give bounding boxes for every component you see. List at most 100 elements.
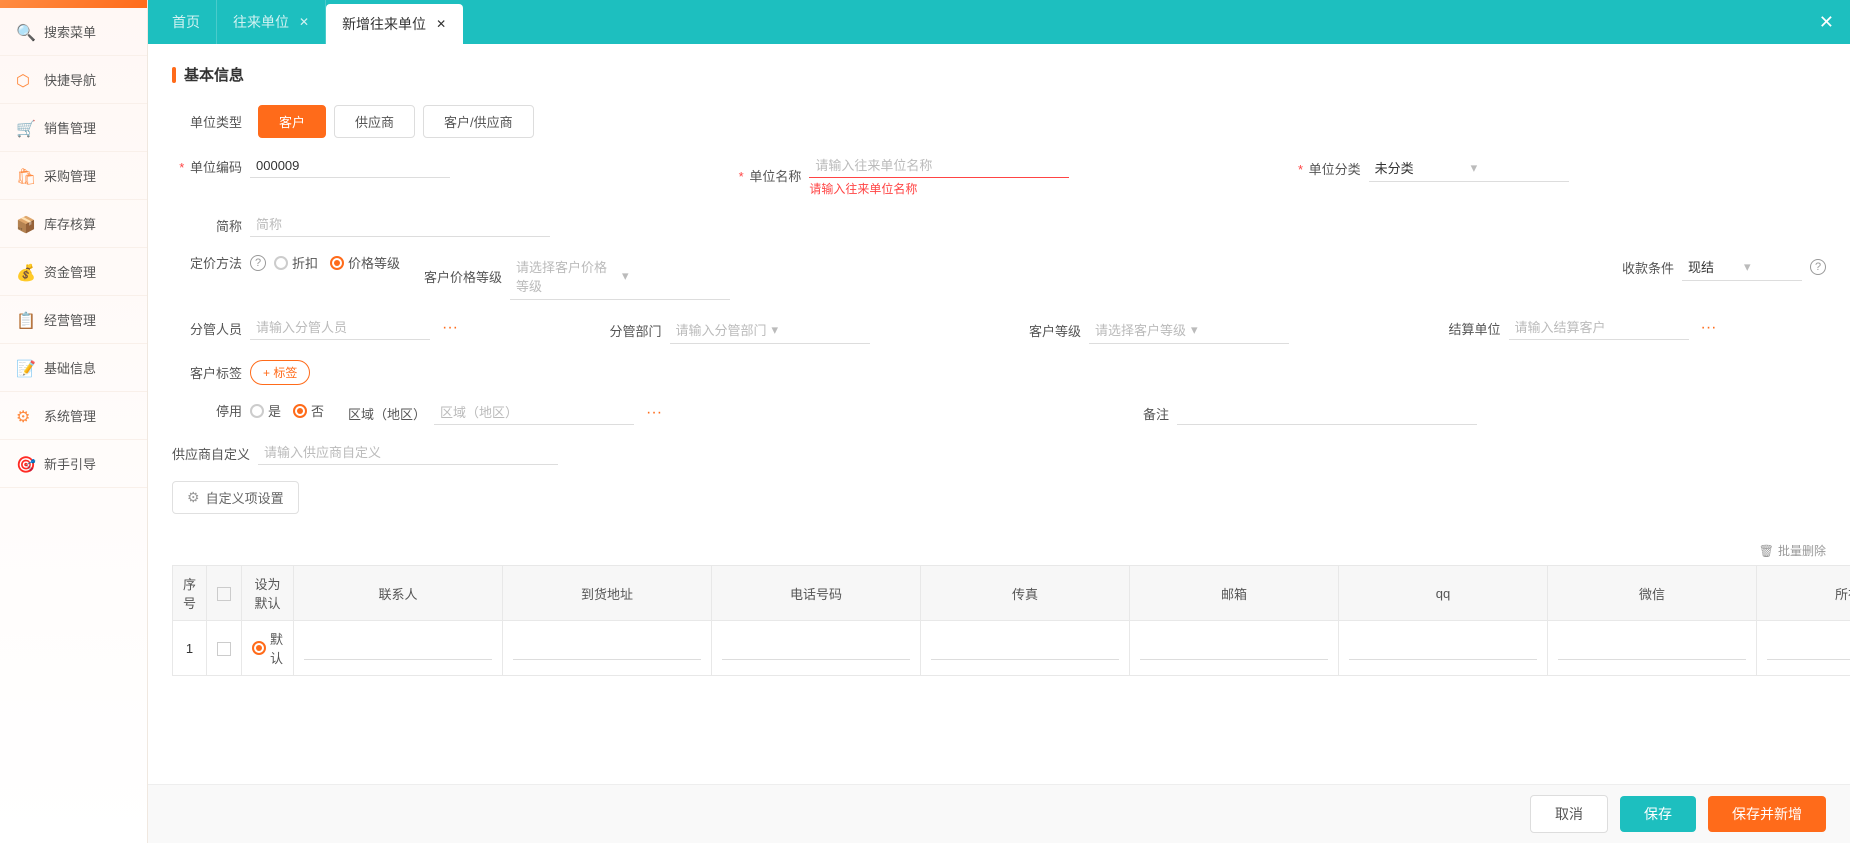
radio-discount[interactable]: 折扣: [274, 253, 318, 272]
unit-name-wrapper: 请输入往来单位名称: [809, 154, 1266, 197]
settlement-more-icon[interactable]: ···: [1697, 319, 1721, 337]
sidebar-item-inventory[interactable]: 📦 库存核算: [0, 200, 147, 248]
td-email: [1130, 621, 1339, 676]
delete-icon: 🗑: [1759, 544, 1774, 558]
add-tag-button[interactable]: + 标签: [250, 360, 310, 385]
email-input[interactable]: [1140, 636, 1328, 660]
abbr-row: 简称: [172, 213, 1826, 237]
manager-more-icon[interactable]: ···: [438, 319, 462, 337]
save-and-new-button[interactable]: 保存并新增: [1708, 796, 1826, 832]
chevron-down-icon: ▾: [1191, 322, 1283, 338]
pricing-help-icon[interactable]: ?: [250, 255, 266, 271]
td-contact: [294, 621, 503, 676]
unit-type-row: 单位类型 客户 供应商 客户/供应商: [172, 105, 1826, 138]
window-close-button[interactable]: ✕: [1811, 12, 1842, 33]
radio-default[interactable]: 默认: [252, 629, 283, 667]
unit-btn-both[interactable]: 客户/供应商: [423, 105, 534, 138]
unit-name-input[interactable]: [809, 154, 1069, 178]
th-wechat: 微信: [1548, 566, 1757, 621]
unit-code-input[interactable]: [250, 154, 450, 178]
region-input[interactable]: [434, 401, 634, 425]
sidebar-item-label: 基础信息: [44, 358, 96, 377]
unit-btn-supplier[interactable]: 供应商: [334, 105, 415, 138]
sidebar-item-basic-info[interactable]: 📝 基础信息: [0, 344, 147, 392]
address-input[interactable]: [513, 636, 701, 660]
radio-price-level[interactable]: 价格等级: [330, 253, 400, 272]
tab-close-new-unit[interactable]: ✕: [436, 17, 446, 31]
payment-terms-label: 收款条件: [1604, 258, 1674, 277]
unit-name-label: * 单位名称: [731, 166, 801, 185]
main-area: 首页 往来单位 ✕ 新增往来单位 ✕ ✕ 基本信息 单位类型 客户 供应商: [148, 0, 1850, 843]
tab-new-unit[interactable]: 新增往来单位 ✕: [326, 4, 463, 44]
wechat-input[interactable]: [1558, 636, 1746, 660]
sidebar-item-beginner[interactable]: 🎯 新手引导: [0, 440, 147, 488]
cart-icon: 🛒: [16, 119, 34, 137]
cancel-button[interactable]: 取消: [1530, 795, 1608, 833]
region-table-input[interactable]: [1767, 636, 1850, 660]
chevron-down-icon: ▾: [622, 268, 724, 284]
radio-circle-discount: [274, 256, 288, 270]
tab-close-transaction-units[interactable]: ✕: [299, 15, 309, 29]
batch-delete-button[interactable]: 🗑 批量删除: [1759, 542, 1826, 559]
td-address: [503, 621, 712, 676]
contact-input[interactable]: [304, 636, 492, 660]
remarks-input[interactable]: [1177, 401, 1477, 425]
sidebar-item-finance[interactable]: 💰 资金管理: [0, 248, 147, 296]
tab-home[interactable]: 首页: [156, 0, 217, 44]
customer-price-level-group: 客户价格等级 请选择客户价格等级 ▾: [424, 253, 1580, 300]
th-region: 所在地区: [1757, 566, 1850, 621]
sidebar-item-sales[interactable]: 🛒 销售管理: [0, 104, 147, 152]
payment-help-icon[interactable]: ?: [1810, 259, 1826, 275]
unit-category-select[interactable]: 未分类 ▾: [1369, 154, 1569, 182]
chevron-down-icon: ▾: [1744, 259, 1796, 275]
unit-category-label: * 单位分类: [1291, 159, 1361, 178]
th-fax: 传真: [921, 566, 1130, 621]
tab-bar: 首页 往来单位 ✕ 新增往来单位 ✕ ✕: [148, 0, 1850, 44]
sidebar-item-search[interactable]: 🔍 搜索菜单: [0, 8, 147, 56]
sidebar-item-purchase[interactable]: 🛍 采购管理: [0, 152, 147, 200]
settlement-unit-input[interactable]: [1509, 316, 1689, 340]
supplier-custom-input[interactable]: [258, 441, 558, 465]
phone-input[interactable]: [722, 636, 910, 660]
save-button[interactable]: 保存: [1620, 796, 1696, 832]
sidebar-item-quicknav[interactable]: ⬡ 快捷导航: [0, 56, 147, 104]
header-checkbox[interactable]: [217, 587, 231, 601]
sidebar-item-operations[interactable]: 📋 经营管理: [0, 296, 147, 344]
contacts-table-section: 🗑 批量删除 序号 设为默认 联系人 到货地址 电话号码 传真 邮箱 qq: [172, 542, 1826, 676]
department-select[interactable]: 请输入分管部门 ▾: [670, 316, 870, 344]
region-label: 区域（地区）: [348, 404, 426, 423]
pricing-method-label: 定价方法: [172, 253, 242, 272]
customer-level-group: 客户等级 请选择客户等级 ▾: [1011, 316, 1407, 344]
sidebar-item-system[interactable]: ⚙ 系统管理: [0, 392, 147, 440]
sidebar-top-bar: [0, 0, 147, 8]
supplier-custom-label: 供应商自定义: [172, 444, 250, 463]
remarks-label: 备注: [1099, 404, 1169, 423]
radio-no[interactable]: 否: [293, 401, 324, 420]
td-seq: 1: [173, 621, 207, 676]
bottom-bar: 取消 保存 保存并新增: [148, 784, 1850, 843]
custom-settings-button[interactable]: ⚙ 自定义项设置: [172, 481, 299, 514]
manager-input[interactable]: [250, 316, 430, 340]
customer-level-select[interactable]: 请选择客户等级 ▾: [1089, 316, 1289, 344]
manager-label: 分管人员: [172, 319, 242, 338]
row-checkbox[interactable]: [217, 642, 231, 656]
td-phone: [712, 621, 921, 676]
unit-btn-customer[interactable]: 客户: [258, 105, 326, 138]
pricing-radio-group: 折扣 价格等级: [274, 253, 400, 272]
customer-price-level-label: 客户价格等级: [424, 267, 502, 286]
region-more-icon[interactable]: ···: [642, 404, 666, 422]
pricing-method-group: 定价方法 ? 折扣 价格等级: [172, 253, 400, 272]
unit-type-group: 单位类型 客户 供应商 客户/供应商: [172, 105, 534, 138]
payment-terms-select[interactable]: 现结 ▾: [1682, 253, 1802, 281]
th-email: 邮箱: [1130, 566, 1339, 621]
tab-transaction-units[interactable]: 往来单位 ✕: [217, 0, 326, 44]
radio-circle-default: [252, 641, 266, 655]
disabled-group: 停用 是 否: [172, 401, 324, 420]
radio-yes[interactable]: 是: [250, 401, 281, 420]
qq-input[interactable]: [1349, 636, 1537, 660]
th-contact: 联系人: [294, 566, 503, 621]
abbr-input[interactable]: [250, 213, 550, 237]
supplier-custom-row: 供应商自定义: [172, 441, 1826, 465]
fax-input[interactable]: [931, 636, 1119, 660]
customer-price-level-select[interactable]: 请选择客户价格等级 ▾: [510, 253, 730, 300]
